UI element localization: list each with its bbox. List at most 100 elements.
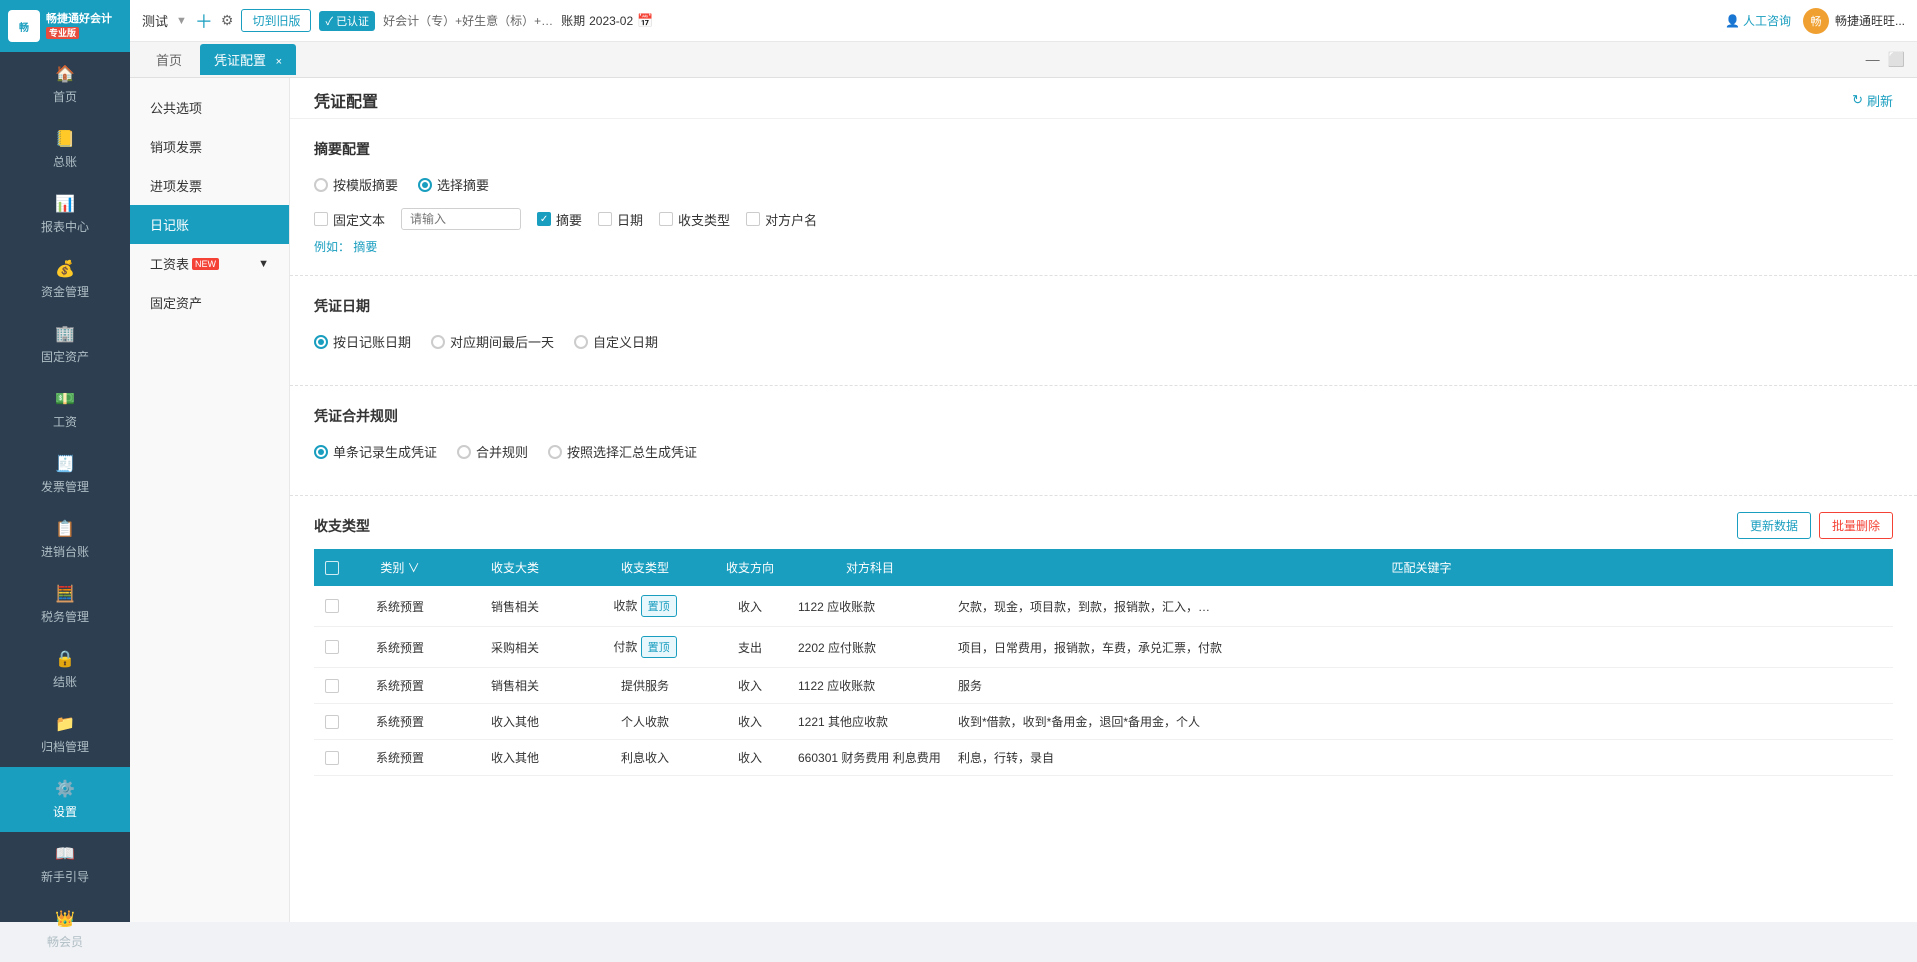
radio-period-last[interactable]: 对应期间最后一天 bbox=[431, 332, 554, 351]
service-icon: 👤 bbox=[1725, 14, 1740, 28]
row-checkbox-3[interactable] bbox=[325, 715, 339, 729]
sidebar-item-label: 畅会员 bbox=[47, 933, 83, 950]
switch-version-button[interactable]: 切到旧版 bbox=[241, 9, 311, 32]
row-direction-1: 支出 bbox=[710, 627, 790, 668]
voucher-date-title: 凭证日期 bbox=[314, 296, 1893, 316]
table-header-check[interactable] bbox=[314, 549, 350, 586]
row-major-3: 收入其他 bbox=[450, 704, 580, 740]
sidebar-item-tax[interactable]: 🧮 税务管理 bbox=[0, 572, 130, 637]
summary-box: ✓ bbox=[537, 212, 551, 226]
sidebar-item-settings[interactable]: ⚙️ 设置 bbox=[0, 767, 130, 832]
sidebar-item-guide[interactable]: 📖 新手引导 bbox=[0, 832, 130, 897]
nav-item-payroll[interactable]: 工资表 NEW ▼ bbox=[130, 244, 289, 283]
header-checkbox[interactable] bbox=[325, 561, 339, 575]
settings-icon: ⚙️ bbox=[55, 779, 75, 799]
sidebar-item-salary[interactable]: 💵 工资 bbox=[0, 377, 130, 442]
radio-single[interactable]: 单条记录生成凭证 bbox=[314, 442, 437, 461]
row-check-1[interactable] bbox=[314, 627, 350, 668]
checkbox-fixed-text[interactable]: 固定文本 bbox=[314, 210, 385, 229]
close-books-icon: 🔒 bbox=[55, 649, 75, 669]
nav-item-sales-invoice[interactable]: 销项发票 bbox=[130, 127, 289, 166]
radio-custom-date[interactable]: 自定义日期 bbox=[574, 332, 658, 351]
summary-checkbox-row: 固定文本 ✓ 摘要 日期 收支类型 bbox=[314, 208, 1893, 230]
sidebar-item-member[interactable]: 👑 畅会员 bbox=[0, 897, 130, 962]
tab-close-icon[interactable]: × bbox=[276, 56, 282, 68]
logo-icon: 畅 bbox=[8, 10, 40, 42]
row-subject-4: 660301 财务费用 利息费用 bbox=[790, 740, 950, 776]
row-checkbox-1[interactable] bbox=[325, 640, 339, 654]
checkbox-summary[interactable]: ✓ 摘要 bbox=[537, 210, 582, 229]
update-data-button[interactable]: 更新数据 bbox=[1737, 512, 1811, 539]
batch-delete-button[interactable]: 批量删除 bbox=[1819, 512, 1893, 539]
table-header-keywords: 匹配关键字 bbox=[950, 549, 1893, 586]
guide-icon: 📖 bbox=[55, 844, 75, 864]
row-type-0: 收款 置顶 bbox=[580, 586, 710, 627]
date-box bbox=[598, 212, 612, 226]
row-checkbox-2[interactable] bbox=[325, 679, 339, 693]
radio-template-summary[interactable]: 按模版摘要 bbox=[314, 175, 398, 194]
sales-icon: 📋 bbox=[55, 519, 75, 539]
row-check-0[interactable] bbox=[314, 586, 350, 627]
minimize-icon[interactable]: — bbox=[1866, 51, 1880, 68]
sidebar-item-close[interactable]: 🔒 结账 bbox=[0, 637, 130, 702]
table-header-type: 收支类型 bbox=[580, 549, 710, 586]
topbar-settings-button[interactable]: ⚙ bbox=[221, 12, 234, 29]
checkbox-date[interactable]: 日期 bbox=[598, 210, 643, 229]
income-expense-table: 类别 ∨ 收支大类 收支类型 收支方向 bbox=[314, 549, 1893, 776]
sidebar-item-report[interactable]: 📊 报表中心 bbox=[0, 182, 130, 247]
topbar-right: 👤 人工咨询 畅 畅捷通旺旺... bbox=[1725, 8, 1905, 34]
radio-summary-total[interactable]: 按照选择汇总生成凭证 bbox=[548, 442, 697, 461]
checkbox-income-type[interactable]: 收支类型 bbox=[659, 210, 730, 229]
sidebar-item-fixed-assets[interactable]: 🏢 固定资产 bbox=[0, 312, 130, 377]
radio-select-summary[interactable]: 选择摘要 bbox=[418, 175, 489, 194]
service-button[interactable]: 👤 人工咨询 bbox=[1725, 12, 1791, 29]
sidebar-item-ledger[interactable]: 📒 总账 bbox=[0, 117, 130, 182]
right-content: 凭证配置 ↻ 刷新 摘要配置 按模版摘要 选择摘要 bbox=[290, 78, 1917, 922]
topbar-dropdown-arrow[interactable]: ▼ bbox=[176, 15, 187, 27]
topbar-period: 账期 2023-02 📅 bbox=[561, 12, 653, 29]
table-header-category[interactable]: 类别 ∨ bbox=[350, 549, 450, 586]
salary-icon: 💵 bbox=[55, 389, 75, 409]
sidebar-item-home[interactable]: 🏠 首页 bbox=[0, 52, 130, 117]
new-badge: NEW bbox=[192, 258, 219, 270]
sidebar-item-sales[interactable]: 📋 进销台账 bbox=[0, 507, 130, 572]
nav-item-journal[interactable]: 日记账 bbox=[130, 205, 289, 244]
tabs-bar: 首页 凭证配置 × — ⬜ bbox=[130, 42, 1917, 78]
tab-voucher-config[interactable]: 凭证配置 × bbox=[200, 44, 296, 75]
summary-config-section: 摘要配置 按模版摘要 选择摘要 固定文本 bbox=[290, 119, 1917, 276]
page-title: 凭证配置 bbox=[314, 88, 378, 112]
sidebar-item-archive[interactable]: 📁 归档管理 bbox=[0, 702, 130, 767]
sidebar-item-label: 报表中心 bbox=[41, 218, 89, 235]
period-last-circle bbox=[431, 335, 445, 349]
sidebar-item-fund[interactable]: 💰 资金管理 bbox=[0, 247, 130, 312]
row-direction-2: 收入 bbox=[710, 668, 790, 704]
user-menu[interactable]: 畅 畅捷通旺旺... bbox=[1803, 8, 1905, 34]
home-icon: 🏠 bbox=[55, 64, 75, 84]
fixed-text-input[interactable] bbox=[401, 208, 521, 230]
refresh-button[interactable]: ↻ 刷新 bbox=[1852, 91, 1893, 110]
type-tag-0[interactable]: 置顶 bbox=[641, 595, 677, 617]
journal-date-circle bbox=[314, 335, 328, 349]
row-check-4[interactable] bbox=[314, 740, 350, 776]
summary-radio-group: 按模版摘要 选择摘要 bbox=[314, 175, 1893, 194]
row-checkbox-4[interactable] bbox=[325, 751, 339, 765]
sidebar: 畅 畅捷通好会计专业版 🏠 首页 📒 总账 📊 报表中心 💰 资金管理 🏢 固定… bbox=[0, 0, 130, 922]
sidebar-item-label: 税务管理 bbox=[41, 608, 89, 625]
row-check-2[interactable] bbox=[314, 668, 350, 704]
checkbox-counterparty[interactable]: 对方户名 bbox=[746, 210, 817, 229]
tab-home[interactable]: 首页 bbox=[142, 44, 196, 75]
nav-item-public[interactable]: 公共选项 bbox=[130, 88, 289, 127]
radio-journal-date[interactable]: 按日记账日期 bbox=[314, 332, 411, 351]
type-tag-1[interactable]: 置顶 bbox=[641, 636, 677, 658]
row-checkbox-0[interactable] bbox=[325, 599, 339, 613]
radio-merge[interactable]: 合并规则 bbox=[457, 442, 528, 461]
topbar-add-button[interactable]: ＋ bbox=[195, 8, 213, 34]
maximize-icon[interactable]: ⬜ bbox=[1888, 51, 1905, 68]
row-check-3[interactable] bbox=[314, 704, 350, 740]
sidebar-item-invoice[interactable]: 🧾 发票管理 bbox=[0, 442, 130, 507]
row-category-2: 系统预置 bbox=[350, 668, 450, 704]
calendar-icon[interactable]: 📅 bbox=[637, 13, 653, 29]
nav-item-fixed-assets-nav[interactable]: 固定资产 bbox=[130, 283, 289, 322]
nav-item-purchase-invoice[interactable]: 进项发票 bbox=[130, 166, 289, 205]
member-icon: 👑 bbox=[55, 909, 75, 929]
